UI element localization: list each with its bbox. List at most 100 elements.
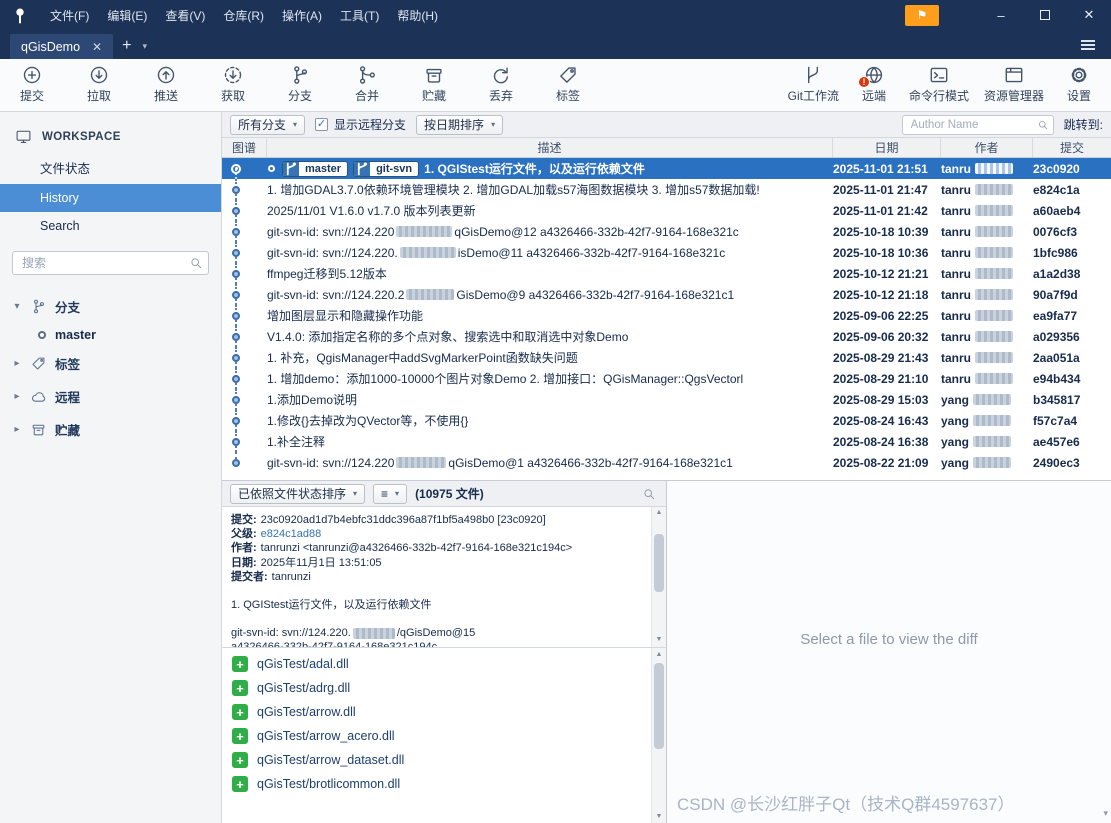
tab-qgisdemo[interactable]: qGisDemo ✕ bbox=[10, 34, 114, 59]
menu-item[interactable]: 查看(V) bbox=[157, 3, 213, 28]
commit-row[interactable]: git-svn-id: svn://124.220 qGisDemo@1 a432… bbox=[222, 452, 1111, 473]
maximize-button[interactable] bbox=[1023, 0, 1067, 30]
sidebar-item-search[interactable]: Search bbox=[0, 212, 221, 240]
file-row[interactable]: + qGisTest/brotlicommon.dll bbox=[230, 772, 646, 796]
notification-flag-button[interactable]: ⚑ bbox=[905, 4, 939, 26]
branch-filter-dropdown[interactable]: 所有分支 ▾ bbox=[230, 114, 306, 135]
sidebar-section-stashes[interactable]: ▸ 贮藏 bbox=[0, 413, 221, 446]
close-button[interactable]: ✕ bbox=[1067, 0, 1111, 30]
commit-row[interactable]: V1.4.0: 添加指定名称的多个点对象、搜索选中和取消选中对象Demo 2025… bbox=[222, 326, 1111, 347]
detail-value: tanrunzi bbox=[271, 570, 311, 583]
bottom-panels: 已依照文件状态排序 ▾ ≡ ▾ (10975 文件) 提交: 23c0920ad1… bbox=[222, 480, 1111, 823]
menu-item[interactable]: 工具(T) bbox=[332, 3, 387, 28]
sidebar-item-history[interactable]: History bbox=[0, 184, 221, 212]
graph-node-icon bbox=[231, 163, 241, 174]
commit-row[interactable]: git-svn-id: svn://124.220.2 GisDemo@9 a43… bbox=[222, 284, 1111, 305]
menu-item[interactable]: 编辑(E) bbox=[99, 3, 155, 28]
menu-item[interactable]: 帮助(H) bbox=[389, 3, 446, 28]
commit-row[interactable]: 1. 增加GDAL3.7.0依赖环境管理模块 2. 增加GDAL加载s57海图数… bbox=[222, 179, 1111, 200]
parent-hash-link[interactable]: e824c1ad88 bbox=[261, 528, 322, 540]
commit-row[interactable]: 1.补全注释 2025-08-24 16:38 yang ae457e6 bbox=[222, 431, 1111, 452]
tab-dropdown-caret-icon[interactable]: ▾ bbox=[140, 41, 149, 59]
header-commit[interactable]: 提交 bbox=[1033, 138, 1111, 157]
commit-detail-panel: 已依照文件状态排序 ▾ ≡ ▾ (10975 文件) 提交: 23c0920ad1… bbox=[222, 481, 667, 823]
files-scrollbar[interactable]: ▲ ▼ bbox=[651, 648, 666, 823]
file-sort-dropdown[interactable]: 已依照文件状态排序 ▾ bbox=[230, 483, 366, 504]
commit-row[interactable]: 增加图层显示和隐藏操作功能 2025-09-06 22:25 tanru ea9fa7… bbox=[222, 305, 1111, 326]
commit-row[interactable]: 1.修改{}去掉改为QVector等，不使用{} 2025-08-24 16:43… bbox=[222, 410, 1111, 431]
file-row[interactable]: + qGisTest/arrow.dll bbox=[230, 700, 646, 724]
censored-text bbox=[975, 310, 1013, 321]
file-row[interactable]: + qGisTest/arrow_acero.dll bbox=[230, 724, 646, 748]
scrollbar-track[interactable] bbox=[652, 520, 666, 634]
scroll-up-icon[interactable]: ▲ bbox=[652, 648, 666, 661]
tab-close-icon[interactable]: ✕ bbox=[92, 40, 102, 54]
pull-icon bbox=[88, 64, 110, 86]
toolbar-stash-button[interactable]: 贮藏 bbox=[414, 64, 454, 104]
details-scrollbar[interactable]: ▲ ▼ bbox=[651, 507, 666, 647]
scroll-down-icon[interactable]: ▼ bbox=[652, 810, 666, 823]
commit-row[interactable]: 1. 补充，QgisManager中addSvgMarkerPoint函数缺失问… bbox=[222, 347, 1111, 368]
hamburger-menu-icon[interactable] bbox=[1073, 40, 1103, 59]
toolbar-commit-button[interactable]: 提交 bbox=[12, 64, 52, 104]
commit-row[interactable]: 1. 增加demo：添加1000-10000个图片对象Demo 2. 增加接口：… bbox=[222, 368, 1111, 389]
commit-row[interactable]: 1.添加Demo说明 2025-08-29 15:03 yang b345817 bbox=[222, 389, 1111, 410]
author-text: tanru bbox=[941, 308, 971, 323]
branch-badge[interactable]: git-svn bbox=[353, 160, 420, 177]
scrollbar-thumb[interactable] bbox=[654, 663, 664, 749]
toolbar-gitflow-button[interactable]: Git工作流 bbox=[788, 64, 839, 104]
view-options-dropdown[interactable]: ≡ ▾ bbox=[373, 483, 408, 504]
file-row[interactable]: + qGisTest/arrow_dataset.dll bbox=[230, 748, 646, 772]
scroll-up-icon[interactable]: ▲ bbox=[652, 507, 666, 520]
detail-line: 提交: 23c0920ad1d7b4ebfc31ddc396a87f1bf5a49… bbox=[231, 513, 644, 527]
content-area: WORKSPACE 文件状态HistorySearch ▾ 分支 master ▸ 标签… bbox=[0, 112, 1111, 823]
search-icon[interactable] bbox=[642, 487, 656, 501]
commit-author: tanru bbox=[941, 309, 1033, 323]
show-remote-checkbox[interactable]: ✓ 显示远程分支 bbox=[315, 116, 406, 133]
scroll-down-icon[interactable]: ▼ bbox=[652, 634, 666, 647]
sidebar-branch-master[interactable]: master bbox=[0, 323, 221, 347]
toolbar-settings-button[interactable]: 设置 bbox=[1059, 64, 1099, 104]
header-date[interactable]: 日期 bbox=[833, 138, 941, 157]
sidebar-section-branches[interactable]: ▾ 分支 bbox=[0, 290, 221, 323]
cloud-icon bbox=[30, 388, 47, 405]
file-row[interactable]: + qGisTest/adal.dll bbox=[230, 652, 646, 676]
sidebar-section-tags[interactable]: ▸ 标签 bbox=[0, 347, 221, 380]
commit-row[interactable]: 2025/11/01 V1.6.0 v1.7.0 版本列表更新 2025-11-0… bbox=[222, 200, 1111, 221]
discard-icon bbox=[490, 64, 512, 86]
sidebar-item-file-status[interactable]: 文件状态 bbox=[0, 151, 221, 184]
header-graph[interactable]: 图谱 bbox=[222, 138, 267, 157]
toolbar-fetch-button[interactable]: 获取 bbox=[213, 64, 253, 104]
commit-row[interactable]: git-svn-id: svn://124.220 qGisDemo@12 a43… bbox=[222, 221, 1111, 242]
toolbar-remote-button[interactable]: ! 远端 bbox=[854, 64, 894, 104]
new-tab-button[interactable]: + bbox=[113, 37, 140, 59]
toolbar-discard-button[interactable]: 丢弃 bbox=[481, 64, 521, 104]
toolbar-pull-button[interactable]: 拉取 bbox=[79, 64, 119, 104]
scrollbar-thumb[interactable] bbox=[654, 534, 664, 592]
author-filter-input[interactable] bbox=[901, 114, 1054, 135]
commit-row[interactable]: master git-svn 1. QGIStest运行文件，以及运行依赖文件 202… bbox=[222, 158, 1111, 179]
minimize-button[interactable]: – bbox=[979, 0, 1023, 30]
toolbar-branch-button[interactable]: 分支 bbox=[280, 64, 320, 104]
commit-row[interactable]: git-svn-id: svn://124.220. isDemo@11 a432… bbox=[222, 242, 1111, 263]
toolbar-explorer-button[interactable]: 资源管理器 bbox=[984, 64, 1044, 104]
commit-row[interactable]: ffmpeg迁移到5.12版本 2025-10-12 21:21 tanru a1a2… bbox=[222, 263, 1111, 284]
toolbar-merge-button[interactable]: 合并 bbox=[347, 64, 387, 104]
file-row[interactable]: + qGisTest/adrg.dll bbox=[230, 676, 646, 700]
branch-badge[interactable]: master bbox=[282, 160, 349, 177]
sort-dropdown[interactable]: 按日期排序 ▾ bbox=[416, 114, 504, 135]
menu-item[interactable]: 操作(A) bbox=[274, 3, 330, 28]
toolbar-push-button[interactable]: 推送 bbox=[146, 64, 186, 104]
branch-badge-label: git-svn bbox=[376, 162, 413, 175]
menu-item[interactable]: 文件(F) bbox=[42, 3, 97, 28]
graph-cell bbox=[222, 158, 267, 179]
scrollbar-track[interactable] bbox=[652, 661, 666, 810]
menu-item[interactable]: 仓库(R) bbox=[215, 3, 272, 28]
sidebar-search-input[interactable] bbox=[12, 251, 209, 275]
file-name: qGisTest/arrow_acero.dll bbox=[257, 729, 395, 743]
header-description[interactable]: 描述 bbox=[267, 138, 833, 157]
header-author[interactable]: 作者 bbox=[941, 138, 1033, 157]
toolbar-tag-button[interactable]: 标签 bbox=[548, 64, 588, 104]
toolbar-terminal-button[interactable]: 命令行模式 bbox=[909, 64, 969, 104]
sidebar-section-remotes[interactable]: ▸ 远程 bbox=[0, 380, 221, 413]
